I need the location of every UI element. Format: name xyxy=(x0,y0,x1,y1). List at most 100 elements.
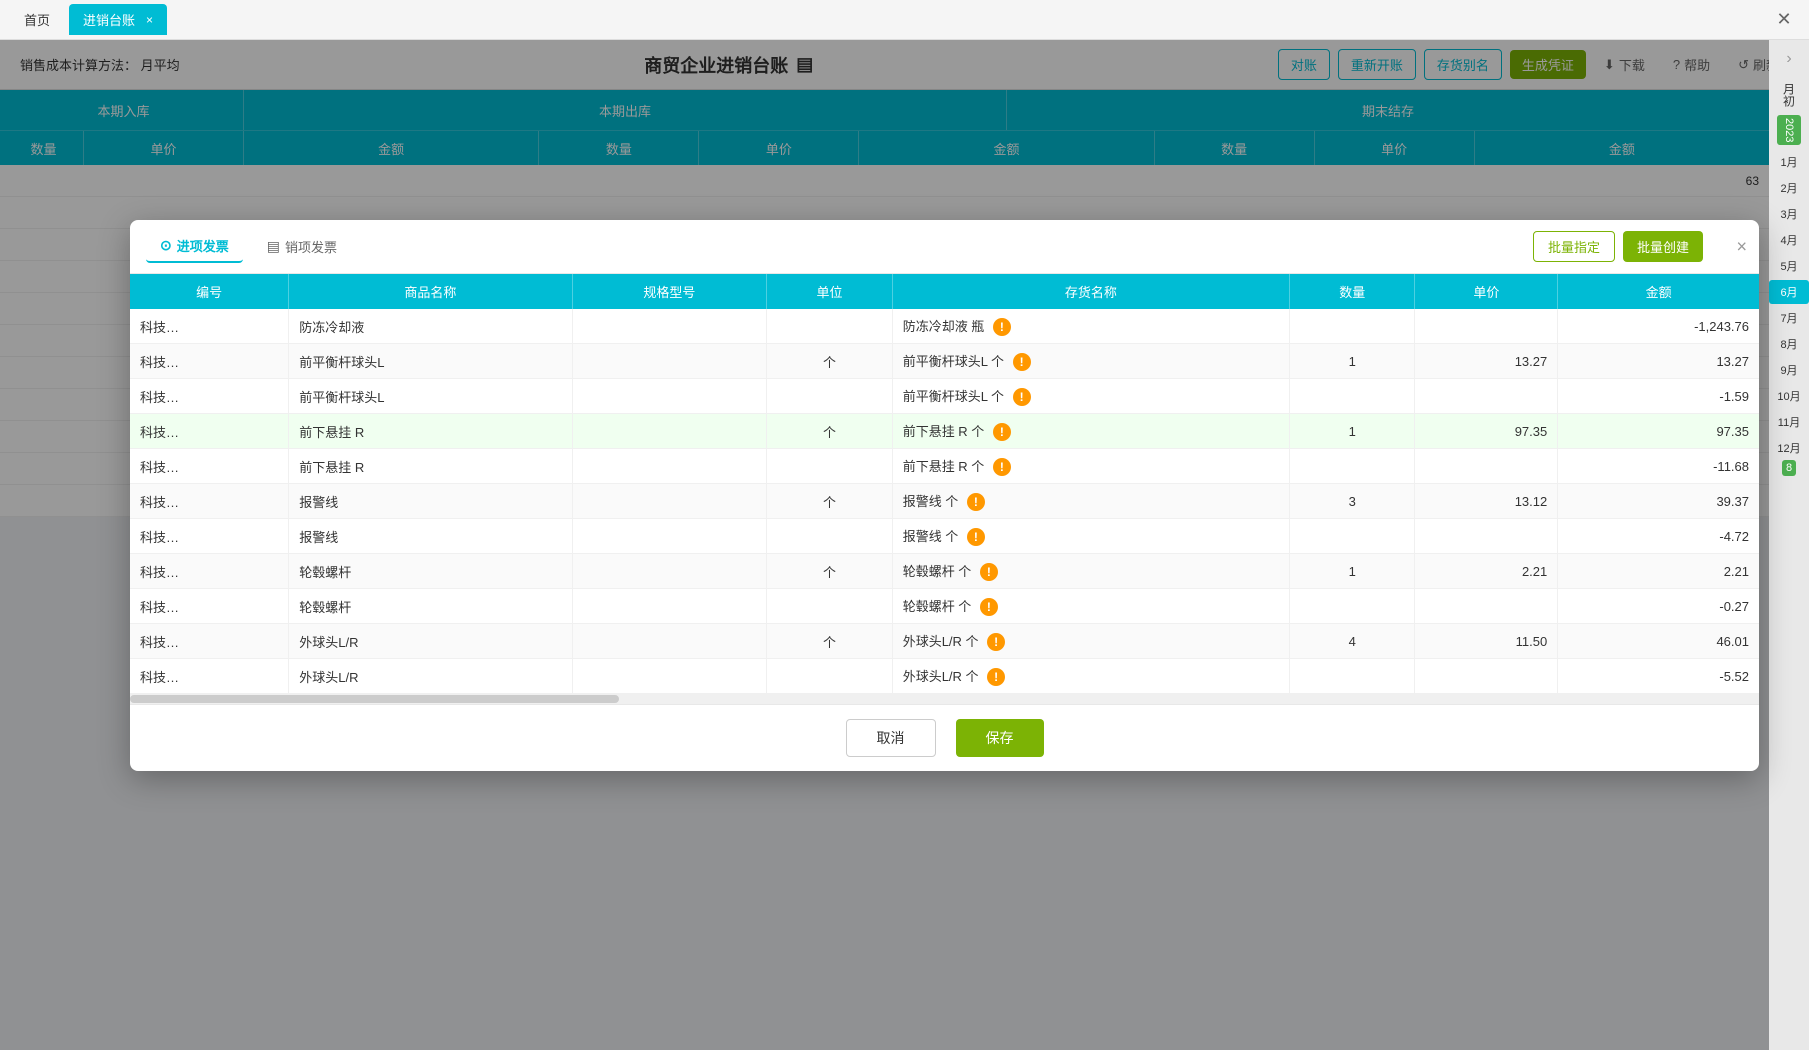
cell-unit: 个 xyxy=(767,624,892,659)
cell-name: 外球头L/R xyxy=(289,624,572,659)
warn-icon: ! xyxy=(993,318,1011,336)
cell-spec xyxy=(572,449,767,484)
incoming-invoice-icon: ⊙ xyxy=(160,237,172,254)
cell-id: 科技… xyxy=(130,624,289,659)
cell-spec xyxy=(572,344,767,379)
cell-name: 前平衡杆球头L xyxy=(289,344,572,379)
sidebar-month-3[interactable]: 3月 xyxy=(1769,202,1809,226)
sidebar-month-9[interactable]: 9月 xyxy=(1769,358,1809,382)
cell-unit xyxy=(767,309,892,344)
col-header-qty: 数量 xyxy=(1290,274,1415,309)
modal-footer: 取消 保存 xyxy=(130,704,1759,771)
cell-amount: 2.21 xyxy=(1558,554,1759,589)
home-tab-label: 首页 xyxy=(24,10,50,29)
cell-qty xyxy=(1290,589,1415,624)
cell-unit: 个 xyxy=(767,554,892,589)
cell-name: 轮毂螺杆 xyxy=(289,554,572,589)
tab-incoming-invoice[interactable]: ⊙ 进项发票 xyxy=(146,230,243,263)
main-area: 销售成本计算方法： 月平均 商贸企业进销台账 ▤ 对账 重新开账 存货别名 生成… xyxy=(0,40,1809,1050)
cell-unit xyxy=(767,659,892,694)
cell-spec xyxy=(572,484,767,519)
sidebar-month-7[interactable]: 7月 xyxy=(1769,306,1809,330)
cell-amount: -0.27 xyxy=(1558,589,1759,624)
warn-icon: ! xyxy=(980,563,998,581)
cell-name: 防冻冷却液 xyxy=(289,309,572,344)
sidebar-month-1[interactable]: 1月 xyxy=(1769,150,1809,174)
cell-stock: 报警线 个 ! xyxy=(892,484,1289,519)
sidebar-month-12[interactable]: 12月 xyxy=(1769,436,1809,460)
cell-spec xyxy=(572,624,767,659)
col-header-stock: 存货名称 xyxy=(892,274,1289,309)
cell-stock: 外球头L/R 个 ! xyxy=(892,659,1289,694)
sidebar-month-4[interactable]: 4月 xyxy=(1769,228,1809,252)
cell-amount: -1,243.76 xyxy=(1558,309,1759,344)
cell-qty xyxy=(1290,309,1415,344)
cell-qty xyxy=(1290,449,1415,484)
table-row: 科技… 轮毂螺杆 轮毂螺杆 个 ! -0.27 xyxy=(130,589,1759,624)
cell-name: 前下悬挂 R xyxy=(289,414,572,449)
sidebar-month-6[interactable]: 6月 xyxy=(1769,280,1809,304)
cell-amount: -5.52 xyxy=(1558,659,1759,694)
cell-amount: -1.59 xyxy=(1558,379,1759,414)
cell-qty xyxy=(1290,519,1415,554)
tab-in-label: 进项发票 xyxy=(177,236,229,255)
cell-name: 外球头L/R xyxy=(289,659,572,694)
cell-spec xyxy=(572,659,767,694)
batch-create-button[interactable]: 批量创建 xyxy=(1623,231,1703,262)
sidebar-month-8[interactable]: 8月 xyxy=(1769,332,1809,356)
cell-id: 科技… xyxy=(130,589,289,624)
nav-tab-home[interactable]: 首页 xyxy=(10,4,64,35)
warn-icon: ! xyxy=(1013,388,1031,406)
cell-id: 科技… xyxy=(130,554,289,589)
cell-price xyxy=(1415,519,1558,554)
cell-id: 科技… xyxy=(130,414,289,449)
col-header-name: 商品名称 xyxy=(289,274,572,309)
sidebar-month-label: 月初 xyxy=(1781,83,1798,107)
col-header-unit: 单位 xyxy=(767,274,892,309)
modal-table-wrapper[interactable]: 编号 商品名称 规格型号 单位 存货名称 数量 单价 金额 科技… 防冻冷却液 xyxy=(130,274,1759,694)
outgoing-invoice-icon: ▤ xyxy=(267,238,280,255)
warn-icon: ! xyxy=(967,493,985,511)
warn-icon: ! xyxy=(993,458,1011,476)
nav-tab-ledger[interactable]: 进销台账 × xyxy=(69,4,167,35)
invoice-modal: ⊙ 进项发票 ▤ 销项发票 批量指定 批量创建 × 编号 商品名称 规格型号 xyxy=(130,220,1759,771)
cell-price xyxy=(1415,589,1558,624)
table-row: 科技… 前平衡杆球头L 个 前平衡杆球头L 个 ! 1 13.27 13.27 xyxy=(130,344,1759,379)
cell-stock: 前下悬挂 R 个 ! xyxy=(892,414,1289,449)
cell-price: 97.35 xyxy=(1415,414,1558,449)
sidebar-expand-arrow[interactable]: › xyxy=(1781,45,1796,73)
cell-price: 2.21 xyxy=(1415,554,1558,589)
cell-stock: 外球头L/R 个 ! xyxy=(892,624,1289,659)
ledger-tab-close[interactable]: × xyxy=(146,13,153,27)
sidebar-month-5[interactable]: 5月 xyxy=(1769,254,1809,278)
window-close-button[interactable]: ✕ xyxy=(1769,5,1799,35)
sidebar-month-2[interactable]: 2月 xyxy=(1769,176,1809,200)
cell-id: 科技… xyxy=(130,484,289,519)
ledger-tab-label: 进销台账 xyxy=(83,10,135,29)
save-button[interactable]: 保存 xyxy=(956,719,1044,757)
modal-horizontal-scrollbar[interactable] xyxy=(130,694,1759,704)
warn-icon: ! xyxy=(1013,353,1031,371)
cell-amount: 97.35 xyxy=(1558,414,1759,449)
cell-qty: 3 xyxy=(1290,484,1415,519)
cell-name: 轮毂螺杆 xyxy=(289,589,572,624)
scrollbar-thumb[interactable] xyxy=(130,695,619,703)
tab-outgoing-invoice[interactable]: ▤ 销项发票 xyxy=(253,231,351,262)
cancel-button[interactable]: 取消 xyxy=(846,719,936,757)
batch-assign-button[interactable]: 批量指定 xyxy=(1533,231,1615,262)
tab-out-label: 销项发票 xyxy=(285,237,337,256)
cell-unit xyxy=(767,449,892,484)
cell-unit: 个 xyxy=(767,414,892,449)
cell-name: 前平衡杆球头L xyxy=(289,379,572,414)
sidebar-month-11[interactable]: 11月 xyxy=(1769,410,1809,434)
cell-price xyxy=(1415,379,1558,414)
sidebar-month-10[interactable]: 10月 xyxy=(1769,384,1809,408)
cell-id: 科技… xyxy=(130,379,289,414)
cell-spec xyxy=(572,414,767,449)
cell-spec xyxy=(572,379,767,414)
modal-close-button[interactable]: × xyxy=(1736,236,1747,257)
cell-qty xyxy=(1290,659,1415,694)
cell-unit: 个 xyxy=(767,344,892,379)
cell-price: 11.50 xyxy=(1415,624,1558,659)
cell-stock: 防冻冷却液 瓶 ! xyxy=(892,309,1289,344)
